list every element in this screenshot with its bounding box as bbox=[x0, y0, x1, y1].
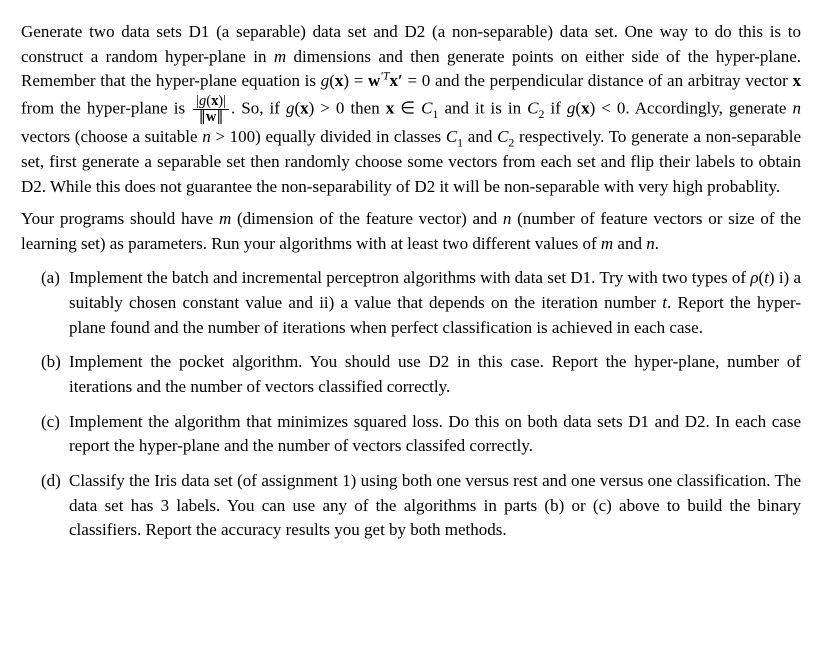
p2-d: and bbox=[613, 234, 646, 253]
paragraph-2: Your programs should have m (dimension o… bbox=[21, 207, 801, 256]
var-n-4: n bbox=[646, 234, 655, 253]
paragraph-1: Generate two data sets D1 (a separable) … bbox=[21, 20, 801, 199]
var-m-2: m bbox=[219, 209, 231, 228]
item-marker-a: (a) bbox=[41, 266, 69, 340]
p1-in: ∈ bbox=[394, 99, 421, 118]
var-x-5: x bbox=[581, 99, 590, 118]
list-item-d: (d) Classify the Iris data set (of assig… bbox=[41, 469, 801, 543]
p1-zero: = 0 and the perpendicular distance of an… bbox=[403, 71, 793, 90]
p2-a: Your programs should have bbox=[21, 209, 219, 228]
list-item-c: (c) Implement the algorithm that minimiz… bbox=[41, 410, 801, 459]
p2-e: . bbox=[655, 234, 659, 253]
p1-lt0: ) < 0. Accordingly, generate bbox=[590, 99, 793, 118]
var-m: m bbox=[274, 47, 286, 66]
p1-and: and bbox=[463, 127, 497, 146]
item-marker-b: (b) bbox=[41, 350, 69, 399]
var-x-prime: x′ bbox=[390, 71, 403, 90]
fraction: |g(x)|∥w∥ bbox=[193, 94, 229, 125]
var-n-2: n bbox=[202, 127, 211, 146]
var-C-1: C bbox=[421, 99, 432, 118]
item-marker-c: (c) bbox=[41, 410, 69, 459]
prime-T: ′T bbox=[380, 69, 389, 83]
var-rho: ρ bbox=[750, 268, 758, 287]
p1-vectors: vectors (choose a suitable bbox=[21, 127, 202, 146]
var-x-3: x bbox=[300, 99, 309, 118]
var-x-4: x bbox=[386, 99, 395, 118]
item-body-c: Implement the algorithm that minimizes s… bbox=[69, 410, 801, 459]
item-a-1: Implement the batch and incremental perc… bbox=[69, 268, 750, 287]
p1-soif: . So, if bbox=[231, 99, 286, 118]
var-w-bold: w bbox=[368, 71, 380, 90]
var-x-bold-2: x bbox=[793, 71, 802, 90]
var-m-3: m bbox=[601, 234, 613, 253]
item-marker-d: (d) bbox=[41, 469, 69, 543]
var-C-3: C bbox=[446, 127, 457, 146]
p1-fromhp: from the hyper-plane is bbox=[21, 99, 191, 118]
p2-b: (dimension of the feature vector) and bbox=[231, 209, 503, 228]
list-item-b: (b) Implement the pocket algorithm. You … bbox=[41, 350, 801, 399]
p1-eq: = bbox=[349, 71, 368, 90]
p1-gclose: ) > 0 then bbox=[309, 99, 386, 118]
item-body-b: Implement the pocket algorithm. You shou… bbox=[69, 350, 801, 399]
p1-gt100: > 100) equally divided in classes bbox=[211, 127, 446, 146]
ordered-list: (a) Implement the batch and incremental … bbox=[21, 266, 801, 542]
var-C-2: C bbox=[527, 99, 538, 118]
var-x-bold: x bbox=[335, 71, 344, 90]
p1-andin: and it is in bbox=[438, 99, 527, 118]
var-n: n bbox=[793, 99, 802, 118]
var-C-4: C bbox=[497, 127, 508, 146]
item-body-d: Classify the Iris data set (of assignmen… bbox=[69, 469, 801, 543]
item-body-a: Implement the batch and incremental perc… bbox=[69, 266, 801, 340]
list-item-a: (a) Implement the batch and incremental … bbox=[41, 266, 801, 340]
var-g: g bbox=[321, 71, 330, 90]
p1-if: if bbox=[544, 99, 566, 118]
